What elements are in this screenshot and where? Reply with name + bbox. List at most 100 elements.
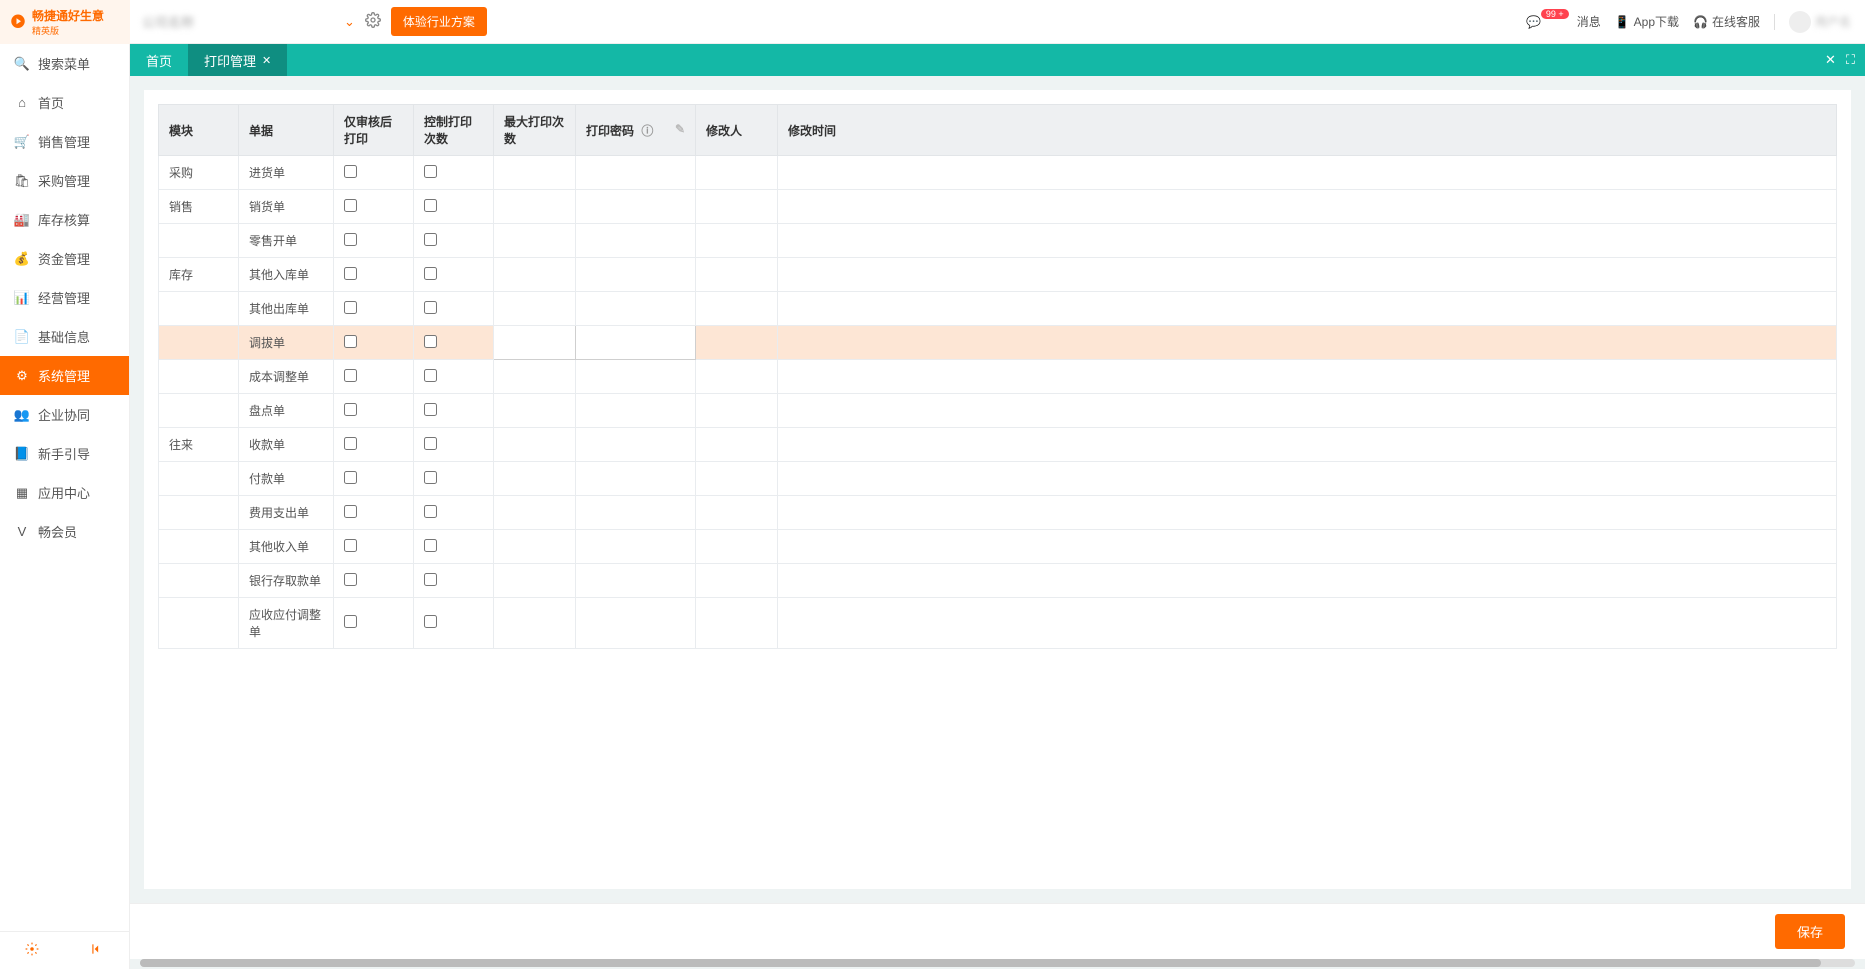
audit-only-checkbox[interactable] bbox=[344, 403, 357, 416]
sidebar-item-8[interactable]: ⚙系统管理 bbox=[0, 356, 129, 395]
control-count-checkbox[interactable] bbox=[424, 233, 437, 246]
settings-icon[interactable] bbox=[25, 942, 39, 959]
team-icon: 👥 bbox=[14, 407, 30, 423]
audit-only-checkbox[interactable] bbox=[344, 615, 357, 628]
collapse-icon[interactable] bbox=[90, 942, 104, 959]
cell-modify-time bbox=[778, 462, 1837, 496]
th-doc: 单据 bbox=[239, 105, 334, 156]
help-icon[interactable]: ⓘ bbox=[641, 124, 653, 138]
sidebar-item-label: 首页 bbox=[38, 93, 64, 112]
sidebar-item-0[interactable]: 🔍搜索菜单 bbox=[0, 44, 129, 83]
audit-only-checkbox[interactable] bbox=[344, 539, 357, 552]
control-count-checkbox[interactable] bbox=[424, 471, 437, 484]
sidebar-item-2[interactable]: 🛒销售管理 bbox=[0, 122, 129, 161]
control-count-checkbox[interactable] bbox=[424, 267, 437, 280]
control-count-checkbox[interactable] bbox=[424, 301, 437, 314]
info-icon: 📄 bbox=[14, 329, 30, 345]
cell-audit-only bbox=[334, 530, 414, 564]
cell-doc: 盘点单 bbox=[239, 394, 334, 428]
th-control-count: 控制打印次数 bbox=[414, 105, 494, 156]
edit-icon[interactable]: ✎ bbox=[675, 122, 685, 136]
cell-modifier bbox=[696, 224, 778, 258]
cell-password bbox=[576, 564, 696, 598]
table-row: 成本调整单 bbox=[159, 360, 1837, 394]
cell-modifier bbox=[696, 564, 778, 598]
cell-modifier bbox=[696, 190, 778, 224]
cell-module: 销售 bbox=[159, 190, 239, 224]
sidebar-item-12[interactable]: V畅会员 bbox=[0, 512, 129, 551]
cell-password bbox=[576, 598, 696, 649]
control-count-checkbox[interactable] bbox=[424, 615, 437, 628]
sidebar-item-label: 经营管理 bbox=[38, 288, 90, 307]
tenant-selector[interactable]: 公司名称 bbox=[142, 12, 194, 31]
messages-link[interactable]: 💬 99 + 消息 bbox=[1526, 13, 1601, 30]
th-modifier: 修改人 bbox=[696, 105, 778, 156]
industry-solution-button[interactable]: 体验行业方案 bbox=[391, 7, 487, 36]
control-count-checkbox[interactable] bbox=[424, 573, 437, 586]
audit-only-checkbox[interactable] bbox=[344, 369, 357, 382]
user-menu[interactable]: 用户名 bbox=[1789, 11, 1851, 33]
control-count-checkbox[interactable] bbox=[424, 437, 437, 450]
vip-icon: V bbox=[14, 524, 30, 540]
cell-modify-time bbox=[778, 598, 1837, 649]
control-count-checkbox[interactable] bbox=[424, 539, 437, 552]
fullscreen-icon[interactable]: ⛶ bbox=[1846, 52, 1855, 68]
sidebar-item-6[interactable]: 📊经营管理 bbox=[0, 278, 129, 317]
warehouse-icon: 🏭 bbox=[14, 212, 30, 228]
sidebar-item-7[interactable]: 📄基础信息 bbox=[0, 317, 129, 356]
sidebar-item-1[interactable]: ⌂首页 bbox=[0, 83, 129, 122]
cell-password bbox=[576, 394, 696, 428]
audit-only-checkbox[interactable] bbox=[344, 335, 357, 348]
horizontal-scrollbar[interactable] bbox=[130, 959, 1865, 969]
audit-only-checkbox[interactable] bbox=[344, 471, 357, 484]
sidebar-item-3[interactable]: 🛍采购管理 bbox=[0, 161, 129, 200]
cell-password[interactable] bbox=[576, 326, 696, 360]
cell-modifier bbox=[696, 462, 778, 496]
audit-only-checkbox[interactable] bbox=[344, 267, 357, 280]
tab-close-all-icon[interactable]: ✕ bbox=[1825, 52, 1836, 68]
cell-module: 库存 bbox=[159, 258, 239, 292]
gear-icon[interactable] bbox=[365, 12, 381, 31]
cell-audit-only bbox=[334, 326, 414, 360]
sidebar-menu: 🔍搜索菜单⌂首页🛒销售管理🛍采购管理🏭库存核算💰资金管理📊经营管理📄基础信息⚙系… bbox=[0, 44, 129, 931]
chevron-down-icon[interactable]: ⌄ bbox=[344, 14, 355, 30]
audit-only-checkbox[interactable] bbox=[344, 437, 357, 450]
header-right: 💬 99 + 消息 📱 App下载 🎧 在线客服 用户名 bbox=[1526, 11, 1865, 33]
cell-max-count bbox=[494, 530, 576, 564]
cell-max-count[interactable] bbox=[494, 326, 576, 360]
sidebar-item-10[interactable]: 📘新手引导 bbox=[0, 434, 129, 473]
control-count-checkbox[interactable] bbox=[424, 369, 437, 382]
control-count-checkbox[interactable] bbox=[424, 199, 437, 212]
control-count-checkbox[interactable] bbox=[424, 403, 437, 416]
cell-modifier bbox=[696, 598, 778, 649]
control-count-checkbox[interactable] bbox=[424, 505, 437, 518]
audit-only-checkbox[interactable] bbox=[344, 199, 357, 212]
cell-module bbox=[159, 564, 239, 598]
audit-only-checkbox[interactable] bbox=[344, 165, 357, 178]
cell-control-count bbox=[414, 496, 494, 530]
close-icon[interactable]: ✕ bbox=[262, 54, 271, 67]
cell-audit-only bbox=[334, 224, 414, 258]
tab-print-management[interactable]: 打印管理 ✕ bbox=[188, 44, 287, 76]
sidebar-item-9[interactable]: 👥企业协同 bbox=[0, 395, 129, 434]
sidebar-item-4[interactable]: 🏭库存核算 bbox=[0, 200, 129, 239]
audit-only-checkbox[interactable] bbox=[344, 233, 357, 246]
app-download-link[interactable]: 📱 App下载 bbox=[1615, 13, 1679, 30]
audit-only-checkbox[interactable] bbox=[344, 573, 357, 586]
table-row: 其他收入单 bbox=[159, 530, 1837, 564]
cell-modify-time bbox=[778, 258, 1837, 292]
control-count-checkbox[interactable] bbox=[424, 335, 437, 348]
cell-max-count bbox=[494, 224, 576, 258]
th-password: 打印密码 ⓘ ✎ bbox=[576, 105, 696, 156]
cell-max-count bbox=[494, 394, 576, 428]
audit-only-checkbox[interactable] bbox=[344, 301, 357, 314]
sidebar-item-11[interactable]: ▦应用中心 bbox=[0, 473, 129, 512]
sidebar-item-5[interactable]: 💰资金管理 bbox=[0, 239, 129, 278]
audit-only-checkbox[interactable] bbox=[344, 505, 357, 518]
control-count-checkbox[interactable] bbox=[424, 165, 437, 178]
tab-home[interactable]: 首页 bbox=[130, 44, 188, 76]
cell-audit-only bbox=[334, 462, 414, 496]
save-button[interactable]: 保存 bbox=[1775, 914, 1845, 949]
cell-modifier bbox=[696, 326, 778, 360]
customer-service-link[interactable]: 🎧 在线客服 bbox=[1693, 13, 1760, 30]
